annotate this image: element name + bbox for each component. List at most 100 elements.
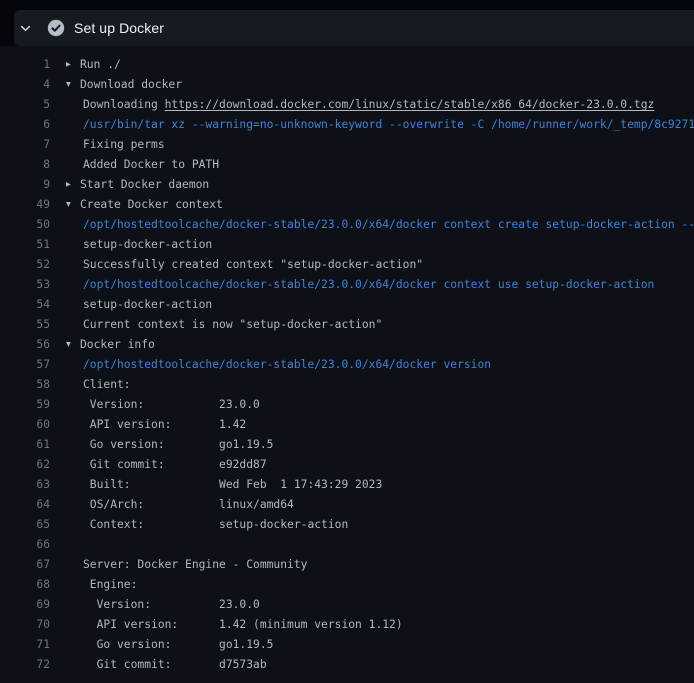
group-chevron-expanded-icon: ▼ [66,335,80,355]
log-row: 68 Engine: [0,575,694,595]
log-group-row: 56▼Docker info [0,335,694,355]
line-number[interactable]: 52 [0,255,50,275]
log-group-row: 9▶Start Docker daemon [0,175,694,195]
log-command-text: /opt/hostedtoolcache/docker-stable/23.0.… [50,215,694,235]
log-command-text: /opt/hostedtoolcache/docker-stable/23.0.… [50,275,694,295]
line-number[interactable]: 64 [0,495,50,515]
step-title: Set up Docker [74,20,164,36]
log-url-link[interactable]: https://download.docker.com/linux/static… [165,98,655,111]
log-text: Added Docker to PATH [50,155,694,175]
log-row: 55Current context is now "setup-docker-a… [0,315,694,335]
log-row: 70 API version: 1.42 (minimum version 1.… [0,615,694,635]
line-number[interactable]: 60 [0,415,50,435]
line-number[interactable]: 72 [0,655,50,675]
group-chevron-collapsed-icon: ▶ [66,55,80,75]
log-text: Git commit: d7573ab [50,655,694,675]
log-command-text: /usr/bin/tar xz --warning=no-unknown-key… [50,115,694,135]
line-number[interactable]: 4 [0,75,50,95]
log-text: Downloading https://download.docker.com/… [50,95,694,115]
line-number[interactable]: 50 [0,215,50,235]
log-text: Version: 23.0.0 [50,595,694,615]
log-command-text: /opt/hostedtoolcache/docker-stable/23.0.… [50,355,694,375]
group-chevron-expanded-icon: ▼ [66,195,80,215]
group-header[interactable]: ▶Run ./ [50,55,694,75]
log-row: 6/usr/bin/tar xz --warning=no-unknown-ke… [0,115,694,135]
line-number[interactable]: 6 [0,115,50,135]
log-row: 7Fixing perms [0,135,694,155]
log-text-prefix: Downloading [83,98,165,111]
line-number[interactable]: 63 [0,475,50,495]
group-chevron-collapsed-icon: ▶ [66,175,80,195]
line-number[interactable]: 56 [0,335,50,355]
log-row: 72 Git commit: d7573ab [0,655,694,675]
line-number[interactable]: 5 [0,95,50,115]
line-number[interactable]: 55 [0,315,50,335]
log-text: Successfully created context "setup-dock… [50,255,694,275]
log-row: 8Added Docker to PATH [0,155,694,175]
line-number[interactable]: 57 [0,355,50,375]
log-row: 64 OS/Arch: linux/amd64 [0,495,694,515]
log-row: 66 [0,535,694,555]
line-number[interactable]: 66 [0,535,50,555]
log-row: 52Successfully created context "setup-do… [0,255,694,275]
log-row: 62 Git commit: e92dd87 [0,455,694,475]
line-number[interactable]: 70 [0,615,50,635]
log-row: 71 Go version: go1.19.5 [0,635,694,655]
group-header[interactable]: ▶Start Docker daemon [50,175,694,195]
log-row: 61 Go version: go1.19.5 [0,435,694,455]
log-text: Fixing perms [50,135,694,155]
log-row: 67Server: Docker Engine - Community [0,555,694,575]
log-panel: 1▶Run ./4▼Download docker5Downloading ht… [0,46,694,683]
log-text: Engine: [50,575,694,595]
line-number[interactable]: 54 [0,295,50,315]
log-row: 54setup-docker-action [0,295,694,315]
line-number[interactable]: 8 [0,155,50,175]
group-header[interactable]: ▼Create Docker context [50,195,694,215]
log-group-row: 1▶Run ./ [0,55,694,75]
group-chevron-expanded-icon: ▼ [66,75,80,95]
log-text: Context: setup-docker-action [50,515,694,535]
log-text: setup-docker-action [50,295,694,315]
log-row: 65 Context: setup-docker-action [0,515,694,535]
line-number[interactable]: 65 [0,515,50,535]
group-header[interactable]: ▼Docker info [50,335,694,355]
log-text: Client: [50,375,694,395]
step-header[interactable]: Set up Docker [14,10,694,46]
line-number[interactable]: 68 [0,575,50,595]
line-number[interactable]: 61 [0,435,50,455]
log-text: Git commit: e92dd87 [50,455,694,475]
line-number[interactable]: 67 [0,555,50,575]
line-number[interactable]: 69 [0,595,50,615]
log-text: Current context is now "setup-docker-act… [50,315,694,335]
line-number[interactable]: 58 [0,375,50,395]
log-row: 51setup-docker-action [0,235,694,255]
line-number[interactable]: 1 [0,55,50,75]
log-text: Go version: go1.19.5 [50,635,694,655]
line-number[interactable]: 71 [0,635,50,655]
log-row: 5Downloading https://download.docker.com… [0,95,694,115]
group-title: Start Docker daemon [80,178,209,191]
group-header[interactable]: ▼Download docker [50,75,694,95]
check-circle-icon [47,19,65,37]
line-number[interactable]: 49 [0,195,50,215]
log-text: Server: Docker Engine - Community [50,555,694,575]
line-number[interactable]: 7 [0,135,50,155]
actions-log-page: Set up Docker 1▶Run ./4▼Download docker5… [0,0,694,683]
line-number[interactable]: 62 [0,455,50,475]
log-group-row: 4▼Download docker [0,75,694,95]
line-number[interactable]: 9 [0,175,50,195]
log-row: 58Client: [0,375,694,395]
line-number[interactable]: 53 [0,275,50,295]
group-title: Docker info [80,338,155,351]
log-row: 53/opt/hostedtoolcache/docker-stable/23.… [0,275,694,295]
log-text: Version: 23.0.0 [50,395,694,415]
log-lines: 1▶Run ./4▼Download docker5Downloading ht… [0,55,694,675]
group-title: Run ./ [80,58,121,71]
group-title: Create Docker context [80,198,223,211]
log-row: 59 Version: 23.0.0 [0,395,694,415]
chevron-down-icon[interactable] [19,22,32,35]
line-number[interactable]: 51 [0,235,50,255]
line-number[interactable]: 59 [0,395,50,415]
log-text: Go version: go1.19.5 [50,435,694,455]
log-row: 50/opt/hostedtoolcache/docker-stable/23.… [0,215,694,235]
